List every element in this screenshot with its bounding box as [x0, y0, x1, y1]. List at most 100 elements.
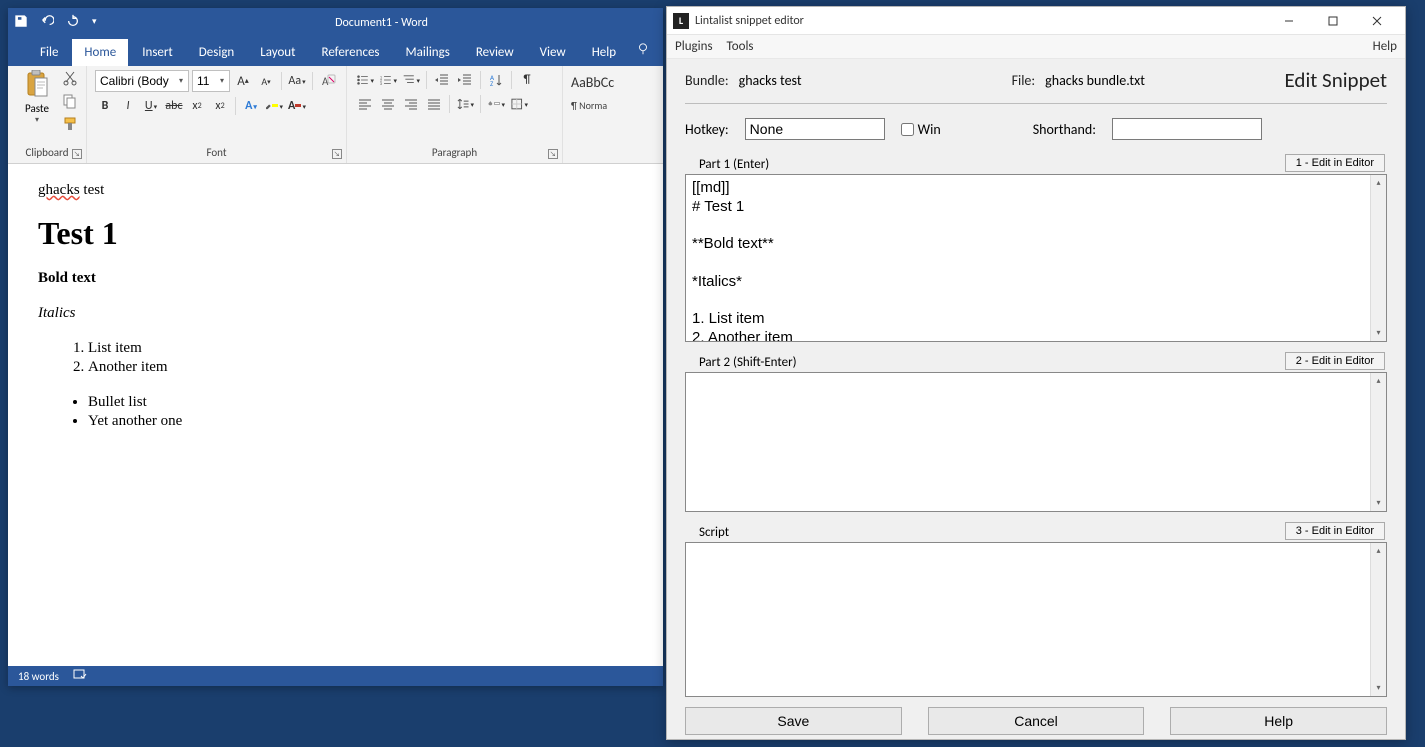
- section-part1: Part 1 (Enter) 1 - Edit in Editor ▴▾: [685, 154, 1387, 342]
- tab-insert[interactable]: Insert: [130, 39, 185, 66]
- part1-textarea[interactable]: [686, 175, 1370, 341]
- win-checkbox[interactable]: Win: [901, 121, 941, 138]
- svg-text:A: A: [490, 73, 495, 82]
- shorthand-label: Shorthand:: [1033, 121, 1096, 138]
- bullets-button[interactable]: ▾: [355, 70, 375, 90]
- grow-font-button[interactable]: A▴: [233, 71, 253, 91]
- copy-icon[interactable]: [62, 93, 78, 113]
- tab-layout[interactable]: Layout: [248, 39, 307, 66]
- paste-button[interactable]: Paste ▾: [16, 70, 58, 125]
- bundle-value: ghacks test: [739, 72, 802, 89]
- bold-button[interactable]: B: [95, 96, 115, 116]
- menu-plugins[interactable]: Plugins: [675, 39, 713, 54]
- scrollbar[interactable]: ▴▾: [1370, 175, 1386, 341]
- tab-review[interactable]: Review: [464, 39, 526, 66]
- scrollbar[interactable]: ▴▾: [1370, 373, 1386, 511]
- line-spacing-button[interactable]: ▾: [455, 94, 475, 114]
- italic-button[interactable]: I: [118, 96, 138, 116]
- decrease-indent-button[interactable]: [432, 70, 452, 90]
- tell-me-icon[interactable]: [632, 36, 654, 66]
- scroll-down-icon[interactable]: ▾: [1371, 495, 1386, 511]
- shrink-font-button[interactable]: A▾: [256, 71, 276, 91]
- redo-icon[interactable]: [66, 14, 80, 32]
- part2-edit-button[interactable]: 2 - Edit in Editor: [1285, 352, 1385, 370]
- clipboard-dialog-launcher-icon[interactable]: ↘: [72, 149, 82, 159]
- format-painter-icon[interactable]: [62, 116, 78, 136]
- align-center-button[interactable]: [378, 94, 398, 114]
- group-clipboard: Paste ▾ Clipboard↘: [8, 66, 87, 163]
- tab-help[interactable]: Help: [580, 39, 628, 66]
- qat-customize-icon[interactable]: ▾: [92, 16, 106, 30]
- lintalist-body: Bundle:ghacks test File:ghacks bundle.tx…: [667, 59, 1405, 699]
- minimize-button[interactable]: [1267, 7, 1311, 35]
- underline-button[interactable]: U▾: [141, 96, 161, 116]
- text-effects-button[interactable]: A▾: [241, 96, 261, 116]
- save-button[interactable]: Save: [685, 707, 902, 735]
- tab-mailings[interactable]: Mailings: [394, 39, 462, 66]
- font-color-button[interactable]: A▾: [287, 96, 307, 116]
- part1-edit-button[interactable]: 1 - Edit in Editor: [1285, 154, 1385, 172]
- font-size-input[interactable]: [193, 74, 215, 88]
- scroll-up-icon[interactable]: ▴: [1371, 373, 1386, 389]
- show-marks-button[interactable]: ¶: [517, 70, 537, 90]
- chevron-down-icon[interactable]: ▾: [174, 76, 188, 86]
- document-body[interactable]: ghacks test Test 1 Bold text Italics Lis…: [8, 164, 663, 666]
- align-right-button[interactable]: [401, 94, 421, 114]
- doc-ordered-list: List item Another item: [38, 340, 633, 376]
- close-button[interactable]: [1355, 7, 1399, 35]
- help-button[interactable]: Help: [1170, 707, 1387, 735]
- divider: [685, 103, 1387, 104]
- subscript-button[interactable]: x2: [187, 96, 207, 116]
- font-name-combo[interactable]: ▾: [95, 70, 189, 92]
- hotkey-input[interactable]: [745, 118, 885, 140]
- borders-button[interactable]: ▾: [509, 94, 529, 114]
- clear-formatting-button[interactable]: A: [318, 71, 338, 91]
- svg-text:A: A: [322, 75, 329, 88]
- numbering-button[interactable]: 123▾: [378, 70, 398, 90]
- align-left-button[interactable]: [355, 94, 375, 114]
- menu-tools[interactable]: Tools: [727, 39, 754, 54]
- maximize-button[interactable]: [1311, 7, 1355, 35]
- scroll-down-icon[interactable]: ▾: [1371, 680, 1386, 696]
- save-icon[interactable]: [14, 14, 28, 32]
- scrollbar[interactable]: ▴▾: [1370, 543, 1386, 696]
- font-size-combo[interactable]: ▾: [192, 70, 230, 92]
- tab-file[interactable]: File: [28, 39, 70, 66]
- style-preview[interactable]: AaBbCc: [571, 74, 614, 91]
- paragraph-dialog-launcher-icon[interactable]: ↘: [548, 149, 558, 159]
- svg-text:Z: Z: [490, 79, 494, 87]
- tab-references[interactable]: References: [310, 39, 392, 66]
- justify-button[interactable]: [424, 94, 444, 114]
- tab-home[interactable]: Home: [72, 39, 128, 66]
- cancel-button[interactable]: Cancel: [928, 707, 1145, 735]
- button-row: Save Cancel Help: [667, 699, 1405, 739]
- increase-indent-button[interactable]: [455, 70, 475, 90]
- shorthand-input[interactable]: [1112, 118, 1262, 140]
- font-name-input[interactable]: [96, 74, 174, 88]
- chevron-down-icon[interactable]: ▾: [215, 76, 229, 86]
- strikethrough-button[interactable]: abc: [164, 96, 184, 116]
- tab-view[interactable]: View: [528, 39, 578, 66]
- part2-textarea[interactable]: [686, 373, 1370, 511]
- script-edit-button[interactable]: 3 - Edit in Editor: [1285, 522, 1385, 540]
- scroll-up-icon[interactable]: ▴: [1371, 175, 1386, 191]
- undo-icon[interactable]: [40, 14, 54, 32]
- tab-design[interactable]: Design: [187, 39, 246, 66]
- change-case-button[interactable]: Aa▾: [287, 71, 307, 91]
- font-dialog-launcher-icon[interactable]: ↘: [332, 149, 342, 159]
- list-item: Another item: [88, 359, 633, 376]
- sort-button[interactable]: AZ: [486, 70, 506, 90]
- menu-help[interactable]: Help: [1373, 39, 1397, 54]
- highlight-button[interactable]: ▾: [264, 96, 284, 116]
- win-checkbox-input[interactable]: [901, 123, 914, 136]
- superscript-button[interactable]: x2: [210, 96, 230, 116]
- shading-button[interactable]: ▾: [486, 94, 506, 114]
- scroll-down-icon[interactable]: ▾: [1371, 325, 1386, 341]
- multilevel-list-button[interactable]: ▾: [401, 70, 421, 90]
- cut-icon[interactable]: [62, 70, 78, 90]
- list-item: Yet another one: [88, 413, 633, 430]
- word-count[interactable]: 18 words: [18, 670, 59, 683]
- scroll-up-icon[interactable]: ▴: [1371, 543, 1386, 559]
- script-textarea[interactable]: [686, 543, 1370, 696]
- spellcheck-icon[interactable]: [73, 669, 87, 684]
